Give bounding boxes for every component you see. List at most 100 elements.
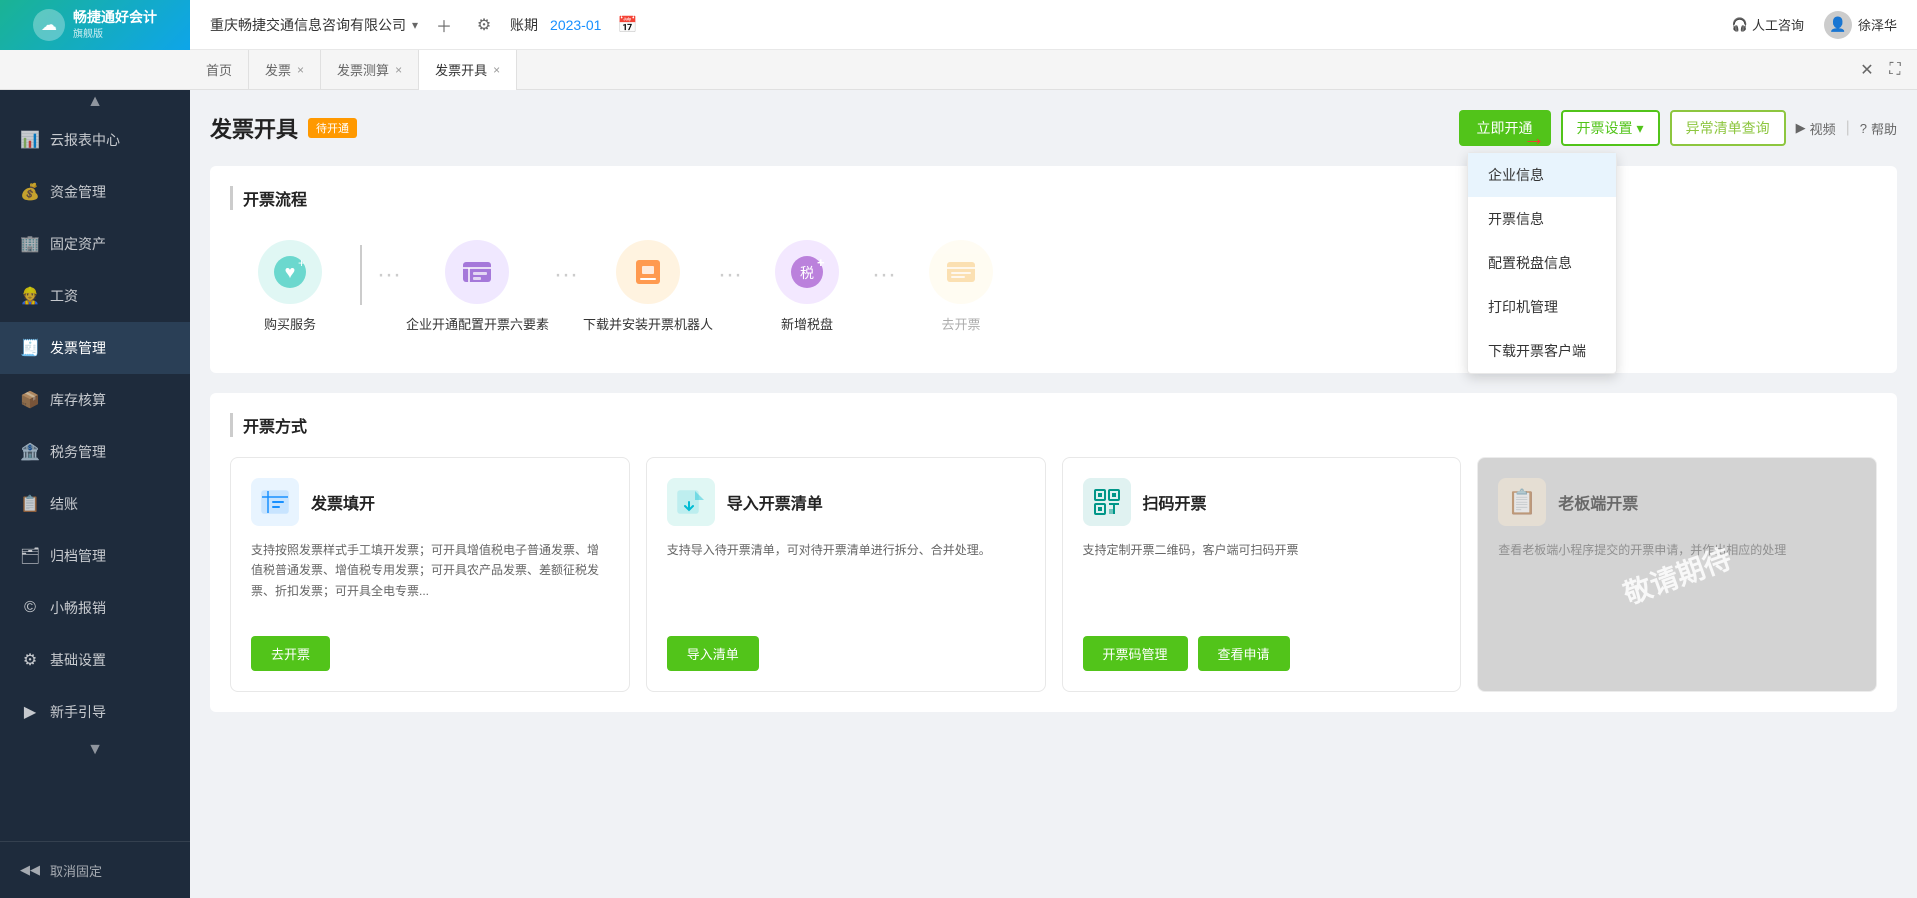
sidebar-label-settlement: 结账 [50, 494, 78, 514]
app-sub: 旗舰版 [73, 25, 157, 40]
view-apply-button[interactable]: 查看申请 [1198, 636, 1290, 671]
sidebar-label-salary: 工资 [50, 286, 78, 306]
dropdown-arrow: → [1523, 125, 1545, 151]
archive-icon: 🗂 [20, 546, 40, 566]
method-header-scan: 扫码开票 [1083, 478, 1441, 526]
tax-disk-label: 配置税盘信息 [1488, 253, 1572, 273]
logo-area: ☁ 畅捷通好会计 旗舰版 [0, 0, 190, 50]
go-invoice-button[interactable]: 去开票 [251, 636, 330, 671]
app-logo-icon: ☁ [33, 9, 65, 41]
page-title: 发票开具 [210, 112, 298, 144]
settings-button[interactable]: ⚙ [470, 11, 498, 39]
sidebar-label-fixed-assets: 固定资产 [50, 234, 106, 254]
sidebar-item-invoice-mgmt[interactable]: 🧾 发票管理 [0, 322, 190, 374]
buy-service-icon: ♥ + [258, 240, 322, 304]
sidebar-label-invoice-mgmt: 发票管理 [50, 338, 106, 358]
sidebar-item-archive[interactable]: 🗂 归档管理 [0, 530, 190, 582]
sidebar-scroll-down[interactable]: ▼ [0, 738, 190, 762]
import-list-desc: 支持导入待开票清单，可对待开票清单进行拆分、合并处理。 [667, 540, 1025, 620]
help-icon: ? [1860, 121, 1867, 136]
process-label-tax-disk: 新增税盘 [781, 314, 833, 333]
user-area[interactable]: 👤 徐泽华 [1824, 11, 1897, 39]
invoice-info-label: 开票信息 [1488, 209, 1544, 229]
sidebar-item-tax-mgmt[interactable]: 🏦 税务管理 [0, 426, 190, 478]
tab-maximize-button[interactable]: ⛶ [1881, 56, 1909, 84]
page-header: 发票开具 待开通 立即开通 开票设置 ▾ 异常清单查询 ▶ 视频 | ? 帮助 [210, 110, 1897, 146]
help-button[interactable]: ? 帮助 [1860, 119, 1897, 138]
tab-invoice-open-close[interactable]: × [493, 63, 500, 77]
method-card-manual: 发票填开 支持按照发票样式手工填开发票；可开具增值税电子普通发票、增值税普通发票… [230, 457, 630, 692]
top-header: ☁ 畅捷通好会计 旗舰版 重庆畅捷交通信息咨询有限公司 ▾ ＋ ⚙ 账期 202… [0, 0, 1917, 50]
add-company-button[interactable]: ＋ [430, 11, 458, 39]
inventory-icon: 📦 [20, 390, 40, 410]
process-step-tax-disk: 税 + 新增税盘 [747, 240, 867, 333]
fixed-assets-icon: 🏢 [20, 234, 40, 254]
sidebar-item-new-guide[interactable]: ▶ 新手引导 [0, 686, 190, 738]
sidebar-label-inventory: 库存核算 [50, 390, 106, 410]
import-list-button[interactable]: 导入清单 [667, 636, 759, 671]
tab-close-button[interactable]: ✕ [1853, 56, 1881, 84]
sidebar-label-tax-mgmt: 税务管理 [50, 442, 106, 462]
separator: | [1846, 119, 1850, 137]
dropdown-item-tax-disk[interactable]: 配置税盘信息 [1468, 241, 1616, 285]
new-guide-icon: ▶ [20, 702, 40, 722]
method-card-scan: 扫码开票 支持定制开票二维码，客户端可扫码开票 开票码管理 查看申请 [1062, 457, 1462, 692]
calendar-icon[interactable]: 📅 [613, 11, 641, 39]
tab-home-label: 首页 [206, 60, 232, 79]
abnormal-list-button[interactable]: 异常清单查询 [1670, 110, 1786, 146]
qr-manage-button[interactable]: 开票码管理 [1083, 636, 1188, 671]
tab-invoice-calc-close[interactable]: × [395, 63, 402, 77]
service-label: 人工咨询 [1752, 15, 1804, 34]
method-section-title: 开票方式 [230, 413, 1877, 437]
service-button[interactable]: 🎧 人工咨询 [1732, 15, 1804, 34]
process-step-go-invoice: 去开票 [901, 240, 1021, 333]
method-header-import: 导入开票清单 [667, 478, 1025, 526]
dropdown-item-company-info[interactable]: 企业信息 [1468, 153, 1616, 197]
dropdown-item-printer[interactable]: 打印机管理 [1468, 285, 1616, 329]
play-icon: ▶ [1796, 120, 1806, 136]
sidebar-item-fund-mgmt[interactable]: 💰 资金管理 [0, 166, 190, 218]
tab-invoice-open[interactable]: 发票开具 × [419, 50, 517, 90]
settings-label: 开票设置 [1577, 118, 1633, 138]
tax-mgmt-icon: 🏦 [20, 442, 40, 462]
sidebar-item-cloud-report[interactable]: 📊 云报表中心 [0, 114, 190, 166]
process-flow: ♥ + 购买服务 ··· [230, 230, 1877, 353]
tab-invoice[interactable]: 发票 × [249, 50, 321, 90]
settings-dropdown-button[interactable]: 开票设置 ▾ [1561, 110, 1660, 146]
app-name: 畅捷通好会计 [73, 9, 157, 26]
company-selector[interactable]: 重庆畅捷交通信息咨询有限公司 ▾ [210, 15, 418, 35]
sidebar-scroll-up[interactable]: ▲ [0, 90, 190, 114]
process-arrow-2: ··· [554, 261, 578, 313]
import-list-icon [667, 478, 715, 526]
process-label-buy: 购买服务 [264, 314, 316, 333]
boss-overlay-text: 敬请期待 [1618, 537, 1737, 613]
svg-text:+: + [817, 255, 825, 270]
scan-icon [1083, 478, 1131, 526]
method-card-boss: 📋 老板端开票 查看老板端小程序提交的开票申请，并作出相应的处理 敬请期待 [1477, 457, 1877, 692]
process-section-title: 开票流程 [230, 186, 1877, 210]
sidebar-label-xiao-bao: 小畅报销 [50, 598, 106, 618]
sidebar-item-salary[interactable]: 👷 工资 [0, 270, 190, 322]
tab-invoice-close[interactable]: × [297, 63, 304, 77]
sidebar-item-fixed-assets[interactable]: 🏢 固定资产 [0, 218, 190, 270]
tab-home[interactable]: 首页 [190, 50, 249, 90]
tax-disk-icon: 税 + [775, 240, 839, 304]
period-value[interactable]: 2023-01 [550, 17, 601, 33]
tab-invoice-calc[interactable]: 发票测算 × [321, 50, 419, 90]
scan-code-title: 扫码开票 [1143, 490, 1207, 514]
sidebar-item-inventory[interactable]: 📦 库存核算 [0, 374, 190, 426]
download-icon [616, 240, 680, 304]
sidebar-item-settlement[interactable]: 📋 结账 [0, 478, 190, 530]
dropdown-item-invoice-info[interactable]: 开票信息 [1468, 197, 1616, 241]
sidebar-item-xiao-bao[interactable]: © 小畅报销 [0, 582, 190, 634]
boss-overlay: 敬请期待 [1478, 458, 1876, 691]
fund-mgmt-icon: 💰 [20, 182, 40, 202]
dropdown-item-download-client[interactable]: 下载开票客户端 [1468, 329, 1616, 373]
video-button[interactable]: ▶ 视频 [1796, 119, 1836, 138]
method-card-import: 导入开票清单 支持导入待开票清单，可对待开票清单进行拆分、合并处理。 导入清单 [646, 457, 1046, 692]
sidebar-pin-button[interactable]: ◀◀ 取消固定 [0, 850, 190, 890]
pin-icon: ◀◀ [20, 862, 40, 878]
process-divider-1 [360, 245, 362, 305]
sidebar-item-basic-settings[interactable]: ⚙ 基础设置 [0, 634, 190, 686]
pin-label: 取消固定 [50, 861, 102, 880]
